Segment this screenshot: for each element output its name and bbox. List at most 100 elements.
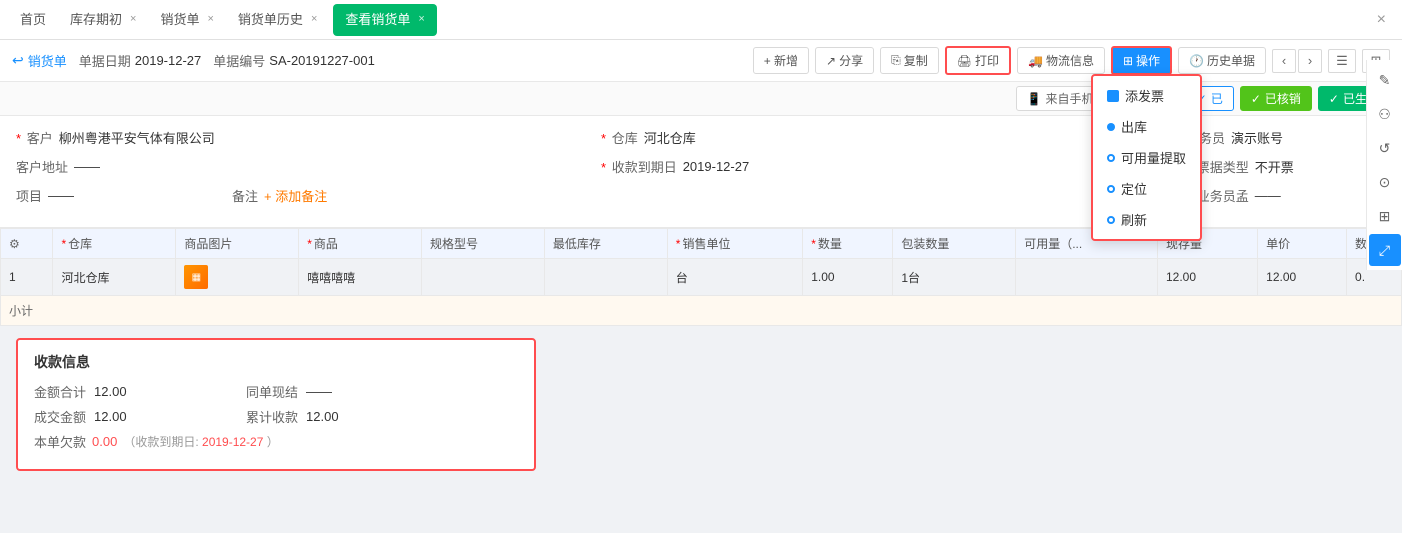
sidebar-edit-icon[interactable]: ✎	[1369, 64, 1401, 96]
th-unit-price: 单价	[1258, 229, 1347, 259]
th-warehouse: *仓库	[53, 229, 176, 259]
owe-value: 0.00	[92, 434, 117, 449]
warehouse-label: * 仓库	[601, 128, 638, 147]
print-button[interactable]: 🖨 打印	[945, 46, 1011, 75]
project-field: 项目 ——	[16, 186, 216, 205]
cell-unit-price: 12.00	[1258, 259, 1347, 296]
cancel-sale-icon: ✓	[1251, 92, 1261, 106]
staff-field: 业务员 演示账号	[1186, 128, 1386, 147]
tab-sales-history-close[interactable]: ×	[311, 13, 317, 25]
doc-type-label: ↩ 销货单	[12, 51, 67, 70]
next-arrow[interactable]: ›	[1298, 49, 1322, 73]
add-invoice-icon	[1107, 90, 1119, 102]
total-amount-field: 金额合计 12.00	[34, 382, 214, 401]
cell-unit: 台	[667, 259, 802, 296]
address-field: 客户地址 ——	[16, 157, 585, 176]
total-amount-value: 12.00	[94, 384, 127, 399]
cumulative-value: 12.00	[306, 409, 339, 424]
note-field: 备注 添加备注	[232, 186, 1170, 205]
effective-icon: ✓	[1329, 92, 1339, 106]
available-icon	[1107, 154, 1115, 162]
add-note-button[interactable]: 添加备注	[264, 186, 327, 205]
cell-product: 嘻嘻嘻嘻	[299, 259, 422, 296]
tab-bar: 首页 库存期初 × 销货单 × 销货单历史 × 查看销货单 × ×	[0, 0, 1402, 40]
new-button[interactable]: + 新增	[753, 47, 809, 74]
print-label: 打印	[975, 52, 999, 69]
dropdown-locate[interactable]: 定位	[1093, 173, 1200, 204]
gear-icon[interactable]: ⚙	[9, 237, 20, 251]
customer-value: 柳州粤港平安气体有限公司	[59, 128, 215, 147]
sidebar-refresh-icon[interactable]: ↺	[1369, 132, 1401, 164]
refresh-label: 刷新	[1121, 210, 1147, 229]
salesman-field: * 业务员孟 ——	[1186, 186, 1386, 205]
share-label: 分享	[839, 52, 863, 69]
tab-home-label: 首页	[20, 9, 46, 28]
dropdown-available[interactable]: 可用量提取	[1093, 142, 1200, 173]
project-value: ——	[48, 188, 74, 203]
doc-date-label: 单据日期	[79, 51, 131, 70]
tab-inventory[interactable]: 库存期初 ×	[58, 0, 148, 40]
transaction-value: 12.00	[94, 409, 127, 424]
cell-index: 1	[1, 259, 53, 296]
logistics-icon: 🚚	[1028, 54, 1043, 68]
th-pack-qty: 包装数量	[893, 229, 1016, 259]
transaction-label: 成交金额	[34, 407, 86, 426]
prev-arrow[interactable]: ‹	[1272, 49, 1296, 73]
locate-icon	[1107, 185, 1115, 193]
transaction-field: 成交金额 12.00	[34, 407, 214, 426]
tab-view-sales-label: 查看销货单	[345, 9, 410, 28]
list-view-icon[interactable]: ☰	[1328, 49, 1356, 73]
payment-title: 收款信息	[34, 352, 518, 372]
sidebar-user-icon[interactable]: ⊙	[1369, 166, 1401, 198]
note-label: 备注	[232, 186, 258, 205]
copy-icon: ⎘	[891, 53, 901, 68]
address-value: ——	[74, 159, 100, 174]
cell-spec	[422, 259, 545, 296]
owe-field: 本单欠款 0.00 （收款到期日: 2019-12-27 ）	[34, 432, 279, 451]
tab-inventory-close[interactable]: ×	[130, 13, 136, 25]
share-button[interactable]: ↗ 分享	[815, 47, 874, 74]
table-row: 1 河北仓库 ▦ 嘻嘻嘻嘻 台 1.00 1台 12.00 12.00 0.	[1, 259, 1402, 296]
dropdown-outbound[interactable]: 出库	[1093, 111, 1200, 142]
payment-section: 收款信息 金额合计 12.00 同单现结 —— 成交金额 12.00 累计收款 …	[16, 338, 536, 471]
tab-sales-history-label: 销货单历史	[238, 9, 303, 28]
sidebar-expand-icon[interactable]: ⤢	[1369, 234, 1401, 266]
doc-type-text: 销货单	[28, 51, 67, 70]
window-close-button[interactable]: ×	[1369, 11, 1394, 29]
same-order-value: ——	[306, 384, 332, 399]
customer-label: * 客户	[16, 128, 53, 147]
logistics-label: 物流信息	[1046, 52, 1094, 69]
product-table-wrapper: ⚙ *仓库 商品图片 *商品 规格型号 最低库存 *销售单位 *数量 包装数量 …	[0, 227, 1402, 326]
th-spec: 规格型号	[422, 229, 545, 259]
dropdown-refresh[interactable]: 刷新	[1093, 204, 1200, 235]
dropdown-add-invoice[interactable]: 添发票	[1093, 80, 1200, 111]
staff-value: 演示账号	[1231, 128, 1283, 147]
sidebar-table-icon[interactable]: ⊞	[1369, 200, 1401, 232]
subtotal-label: 小计	[1, 296, 1402, 326]
history-button[interactable]: 🕐 历史单据	[1178, 47, 1266, 74]
copy-button[interactable]: ⎘ 复制	[880, 47, 939, 74]
owe-date: 2019-12-27	[202, 435, 263, 449]
doc-info: ↩ 销货单 单据日期 2019-12-27 单据编号 SA-20191227-0…	[12, 51, 745, 70]
tab-view-sales[interactable]: 查看销货单 ×	[333, 4, 436, 36]
operate-button[interactable]: ⊞ 操作	[1111, 46, 1172, 75]
cell-warehouse: 河北仓库	[53, 259, 176, 296]
right-sidebar: ✎ ⚇ ↺ ⊙ ⊞ ⤢	[1366, 60, 1402, 270]
sidebar-link-icon[interactable]: ⚇	[1369, 98, 1401, 130]
cancel-sale-button[interactable]: ✓ 已核销	[1240, 86, 1312, 111]
cell-min-stock	[544, 259, 667, 296]
copy-label: 复制	[904, 52, 928, 69]
th-quantity: *数量	[803, 229, 893, 259]
tab-view-sales-close[interactable]: ×	[418, 13, 424, 25]
tab-home[interactable]: 首页	[8, 0, 58, 40]
salesman-value: ——	[1255, 188, 1281, 203]
dropdown-menu: 添发票 出库 可用量提取 定位 刷新	[1091, 74, 1202, 241]
logistics-button[interactable]: 🚚 物流信息	[1017, 47, 1105, 74]
outbound-label: 出库	[1121, 117, 1147, 136]
tab-sales[interactable]: 销货单 ×	[148, 0, 225, 40]
owe-label: 本单欠款	[34, 432, 86, 451]
payment-date-value: 2019-12-27	[683, 159, 750, 174]
tab-sales-history[interactable]: 销货单历史 ×	[226, 0, 329, 40]
warehouse-value: 河北仓库	[644, 128, 696, 147]
tab-sales-close[interactable]: ×	[207, 13, 213, 25]
